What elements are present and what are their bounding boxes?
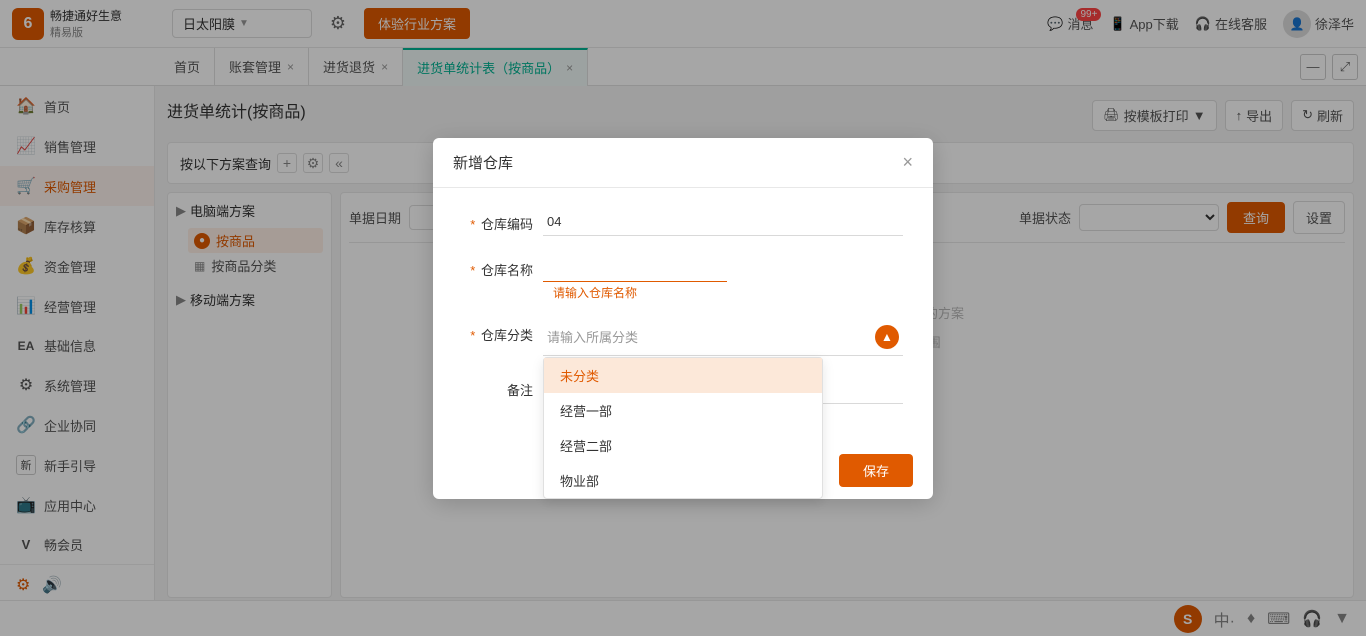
required-star-name: *	[470, 263, 475, 278]
name-label: * 仓库名称	[463, 254, 543, 279]
name-input-wrap	[543, 254, 727, 282]
code-input[interactable]	[543, 208, 903, 236]
form-row-code: * 仓库编码	[463, 208, 903, 236]
form-row-name: * 仓库名称 请输入仓库名称	[463, 254, 903, 301]
remark-label: 备注	[463, 374, 543, 399]
category-placeholder: 请输入所属分类	[547, 327, 638, 346]
modal-title: 新增仓库	[453, 152, 513, 173]
modal-body: * 仓库编码 * 仓库名称 请输入仓库名称	[433, 188, 933, 442]
form-row-category: * 仓库分类 请输入所属分类 ▲ 未分类 经营一部 经营二部 物业部	[463, 319, 903, 356]
name-error-msg: 请输入仓库名称	[553, 284, 637, 301]
save-button[interactable]: 保存	[839, 454, 913, 487]
dropdown-option-2[interactable]: 经营二部	[544, 428, 822, 463]
name-input[interactable]	[543, 254, 727, 282]
modal-overlay: 新增仓库 × * 仓库编码 * 仓库名称	[0, 0, 1366, 636]
category-dropdown-wrap: 请输入所属分类 ▲ 未分类 经营一部 经营二部 物业部	[543, 319, 903, 356]
required-star-code: *	[470, 217, 475, 232]
category-label: * 仓库分类	[463, 319, 543, 344]
dropdown-option-3[interactable]: 物业部	[544, 463, 822, 498]
dropdown-option-0[interactable]: 未分类	[544, 358, 822, 393]
category-dropdown-list: 未分类 经营一部 经营二部 物业部	[543, 357, 823, 499]
modal-close-btn[interactable]: ×	[902, 153, 913, 171]
required-star-cat: *	[470, 328, 475, 343]
category-dropdown-trigger[interactable]: 请输入所属分类 ▲	[543, 319, 903, 356]
category-arrow-icon: ▲	[875, 325, 899, 349]
new-warehouse-modal: 新增仓库 × * 仓库编码 * 仓库名称	[433, 138, 933, 499]
modal-header: 新增仓库 ×	[433, 138, 933, 188]
code-label: * 仓库编码	[463, 208, 543, 233]
dropdown-option-1[interactable]: 经营一部	[544, 393, 822, 428]
